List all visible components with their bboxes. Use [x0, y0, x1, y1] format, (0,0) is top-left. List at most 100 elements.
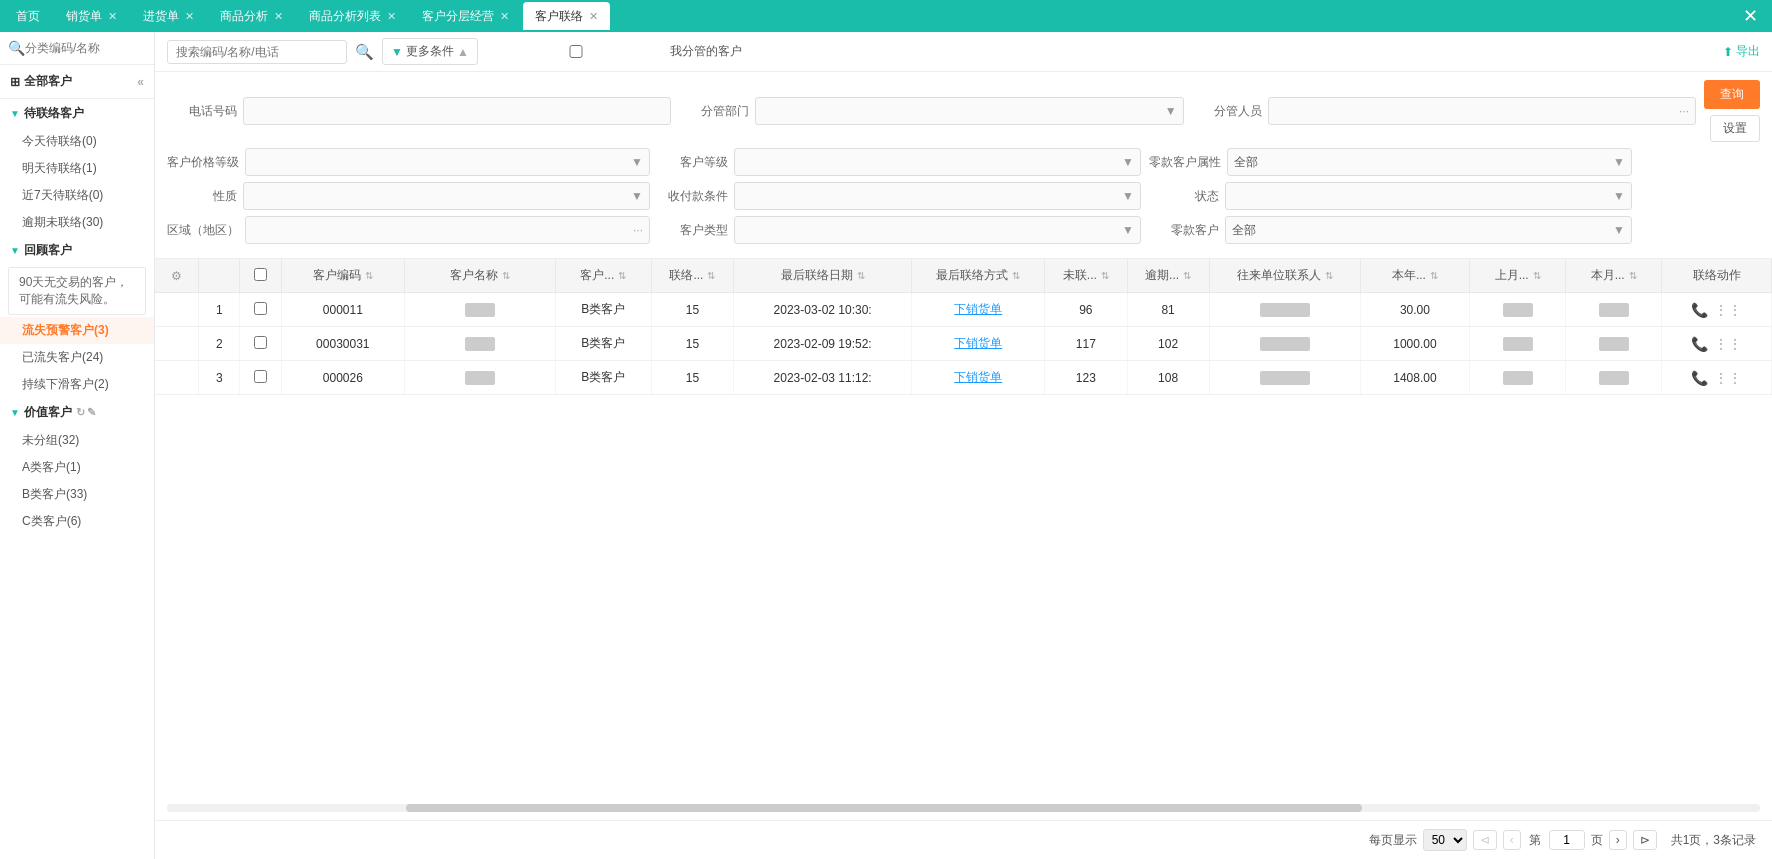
- region-select[interactable]: ···: [245, 216, 650, 244]
- sidebar-item-7days[interactable]: 近7天待联络(0): [0, 182, 154, 209]
- sort-icon[interactable]: ⇅: [1325, 270, 1333, 281]
- next-page-button[interactable]: ›: [1609, 830, 1627, 850]
- th-unlinked: 未联... ⇅: [1045, 259, 1127, 293]
- scrollbar-thumb[interactable]: [406, 804, 1362, 812]
- tab-product-list[interactable]: 商品分析列表 ✕: [297, 2, 408, 30]
- close-icon[interactable]: ✕: [274, 10, 283, 23]
- horizontal-scrollbar[interactable]: [155, 796, 1772, 820]
- scrollbar-track[interactable]: [167, 804, 1760, 812]
- page-size-select[interactable]: 50: [1423, 829, 1467, 851]
- last-way-link[interactable]: 下销货单: [954, 336, 1002, 350]
- my-customer-checkbox[interactable]: [486, 45, 666, 58]
- filter-search-icon[interactable]: 🔍: [355, 43, 374, 61]
- sort-icon[interactable]: ⇅: [857, 270, 865, 281]
- customer-level-select[interactable]: ▼: [734, 148, 1141, 176]
- tab-customer-layer[interactable]: 客户分层经营 ✕: [410, 2, 521, 30]
- select-all-checkbox[interactable]: [254, 268, 267, 281]
- td-checkbox[interactable]: [240, 327, 281, 361]
- prev-page-button[interactable]: ‹: [1503, 830, 1521, 850]
- close-icon[interactable]: ✕: [108, 10, 117, 23]
- sidebar-item-overdue-uncontacted[interactable]: 逾期未联络(30): [0, 209, 154, 236]
- window-close-icon[interactable]: ✕: [1733, 5, 1768, 27]
- dept-select[interactable]: ▼: [755, 97, 1183, 125]
- edit-icon[interactable]: ✎: [87, 406, 96, 419]
- row-checkbox[interactable]: [254, 302, 267, 315]
- sort-icon[interactable]: ⇅: [1430, 270, 1438, 281]
- th-checkbox[interactable]: [240, 259, 281, 293]
- last-way-link[interactable]: 下销货单: [954, 302, 1002, 316]
- blurred-tm: [1599, 371, 1629, 385]
- sidebar-all-customers[interactable]: ⊞ 全部客户 «: [0, 65, 154, 99]
- gender-select[interactable]: ▼: [243, 182, 650, 210]
- customer-type-select[interactable]: ▼: [734, 216, 1141, 244]
- sort-icon[interactable]: ⇅: [1629, 270, 1637, 281]
- td-unit-contact: [1209, 361, 1360, 395]
- sidebar-item-class-a[interactable]: A类客户(1): [0, 454, 154, 481]
- query-button[interactable]: 查询: [1704, 80, 1760, 109]
- more-action-icon[interactable]: ⋮⋮: [1714, 302, 1742, 318]
- sort-icon[interactable]: ⇅: [502, 270, 510, 281]
- zero-attr-select[interactable]: 全部 ▼: [1227, 148, 1632, 176]
- sort-icon[interactable]: ⇅: [1533, 270, 1541, 281]
- last-way-link[interactable]: 下销货单: [954, 370, 1002, 384]
- collapse-icon[interactable]: «: [137, 75, 144, 89]
- export-button[interactable]: ⬆ 导出: [1723, 43, 1760, 60]
- my-customer-checkbox-container[interactable]: 我分管的客户: [486, 43, 742, 60]
- settings-gear-icon[interactable]: ⚙: [171, 269, 182, 283]
- sidebar-item-ungrouped[interactable]: 未分组(32): [0, 427, 154, 454]
- sort-icon[interactable]: ⇅: [1101, 270, 1109, 281]
- sidebar-item-churn-warning[interactable]: 流失预警客户(3): [0, 317, 154, 344]
- tab-home[interactable]: 首页: [4, 2, 52, 30]
- td-thisyear: 1408.00: [1360, 361, 1470, 395]
- sidebar-item-class-c[interactable]: C类客户(6): [0, 508, 154, 535]
- sidebar-group-review[interactable]: ▼ 回顾客户: [0, 236, 154, 265]
- page-size-label: 每页显示: [1369, 832, 1417, 849]
- first-page-button[interactable]: ⊲: [1473, 830, 1497, 850]
- tab-sales[interactable]: 销货单 ✕: [54, 2, 129, 30]
- td-checkbox[interactable]: [240, 361, 281, 395]
- phone-icon[interactable]: 📞: [1691, 336, 1708, 352]
- payment-select[interactable]: ▼: [734, 182, 1141, 210]
- sort-icon[interactable]: ⇅: [1012, 270, 1020, 281]
- settings-button[interactable]: 设置: [1710, 115, 1760, 142]
- phone-input[interactable]: [243, 97, 671, 125]
- sidebar-item-declining[interactable]: 持续下滑客户(2): [0, 371, 154, 398]
- close-icon[interactable]: ✕: [387, 10, 396, 23]
- th-settings[interactable]: ⚙: [155, 259, 199, 293]
- filter-row-2: 客户价格等级 ▼ 客户等级 ▼ 零款客户属性 全部: [167, 148, 1760, 176]
- main-layout: 🔍 ⊞ 全部客户 « ▼ 待联络客户 今天待联络(0) 明天待联络(1) 近7天…: [0, 32, 1772, 859]
- sort-icon[interactable]: ⇅: [618, 270, 626, 281]
- page-number-input[interactable]: [1549, 830, 1585, 850]
- sidebar-search-input[interactable]: [25, 41, 155, 55]
- refresh-icon[interactable]: ↻: [76, 406, 85, 419]
- more-action-icon[interactable]: ⋮⋮: [1714, 370, 1742, 386]
- sidebar-group-pending[interactable]: ▼ 待联络客户: [0, 99, 154, 128]
- row-checkbox[interactable]: [254, 370, 267, 383]
- sidebar-item-class-b[interactable]: B类客户(33): [0, 481, 154, 508]
- row-checkbox[interactable]: [254, 336, 267, 349]
- sort-icon[interactable]: ⇅: [1183, 270, 1191, 281]
- more-action-icon[interactable]: ⋮⋮: [1714, 336, 1742, 352]
- tab-customer-contact[interactable]: 客户联络 ✕: [523, 2, 610, 30]
- sort-icon[interactable]: ⇅: [365, 270, 373, 281]
- tab-purchase[interactable]: 进货单 ✕: [131, 2, 206, 30]
- phone-icon[interactable]: 📞: [1691, 302, 1708, 318]
- sidebar-group-value[interactable]: ▼ 价值客户 ↻ ✎: [0, 398, 154, 427]
- close-icon[interactable]: ✕: [500, 10, 509, 23]
- more-filter-button[interactable]: ▼ 更多条件 ▲: [382, 38, 478, 65]
- manager-select[interactable]: ···: [1268, 97, 1696, 125]
- last-page-button[interactable]: ⊳: [1633, 830, 1657, 850]
- price-level-select[interactable]: ▼: [245, 148, 650, 176]
- tab-product-analysis[interactable]: 商品分析 ✕: [208, 2, 295, 30]
- close-icon[interactable]: ✕: [185, 10, 194, 23]
- sidebar-item-today[interactable]: 今天待联络(0): [0, 128, 154, 155]
- status-select[interactable]: ▼: [1225, 182, 1632, 210]
- close-icon[interactable]: ✕: [589, 10, 598, 23]
- phone-icon[interactable]: 📞: [1691, 370, 1708, 386]
- sidebar-item-tomorrow[interactable]: 明天待联络(1): [0, 155, 154, 182]
- td-checkbox[interactable]: [240, 293, 281, 327]
- sidebar-item-churned[interactable]: 已流失客户(24): [0, 344, 154, 371]
- zero-customer-select[interactable]: 全部 ▼: [1225, 216, 1632, 244]
- search-input[interactable]: [167, 40, 347, 64]
- sort-icon[interactable]: ⇅: [707, 270, 715, 281]
